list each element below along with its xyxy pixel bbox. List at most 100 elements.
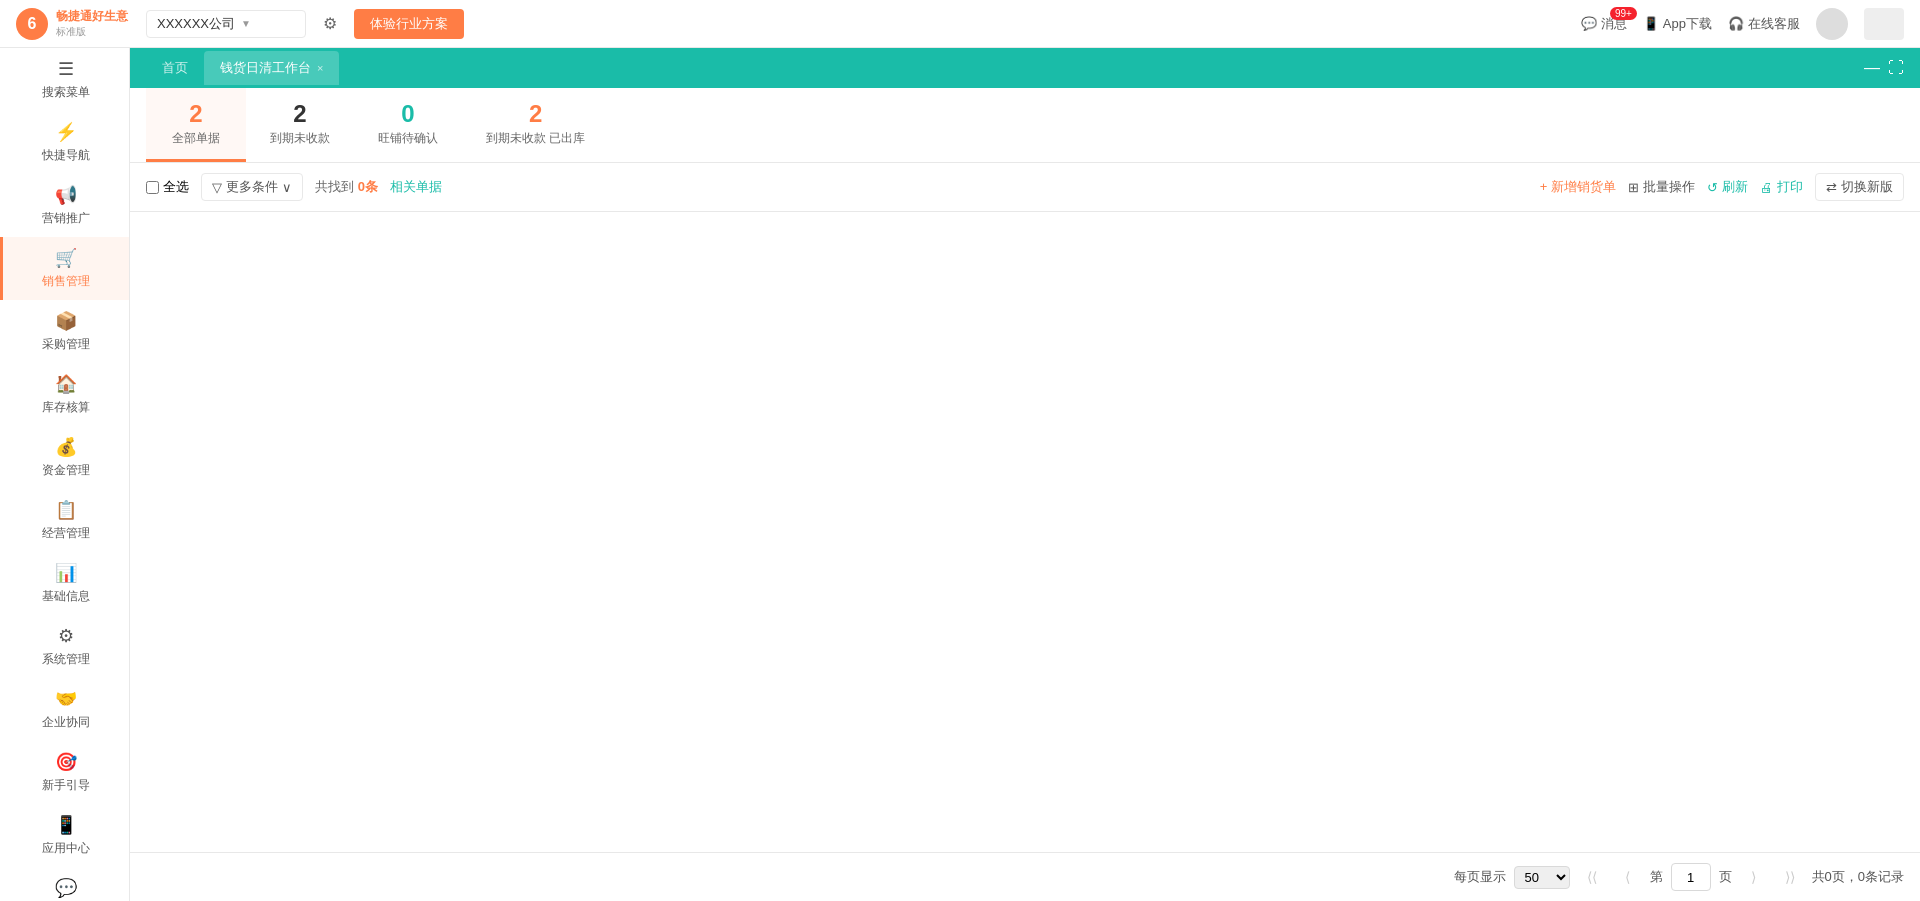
- system-icon: ⚙: [58, 625, 74, 647]
- stats-tabs: 2 全部单据 2 到期未收款 0 旺铺待确认 2 到期未收款 已出库: [130, 88, 1920, 163]
- sidebar-item-sales[interactable]: 🛒 销售管理: [0, 237, 129, 300]
- sidebar-item-operations[interactable]: 📋 经营管理: [0, 489, 129, 552]
- tab-home-label: 首页: [162, 59, 188, 77]
- top-right-area: 💬 消息 99+ 📱 App下载 🎧 在线客服: [1581, 8, 1904, 40]
- trial-button[interactable]: 体验行业方案: [354, 9, 464, 39]
- filter-label: 更多条件: [226, 178, 278, 196]
- print-button[interactable]: 🖨 打印: [1760, 178, 1803, 196]
- page-size-label: 每页显示: [1454, 868, 1506, 886]
- refresh-button[interactable]: ↺ 刷新: [1707, 178, 1748, 196]
- online-service-label: 在线客服: [1748, 15, 1800, 33]
- quick-nav-icon: ⚡: [55, 121, 77, 143]
- operations-icon: 📋: [55, 499, 77, 521]
- content-area: 首页 钱货日清工作台 × — ⛶ 2 全部单据 2 到期未收款 0: [130, 48, 1920, 901]
- add-sales-order-button[interactable]: + 新增销货单: [1540, 178, 1616, 196]
- toolbar: 全选 ▽ 更多条件 ∨ 共找到 0条 相关单据 + 新增销货单 ⊞ 批量操作 ↺: [130, 163, 1920, 212]
- stat-label-wangwang: 旺铺待确认: [378, 130, 438, 147]
- app-center-icon: 📱: [55, 814, 77, 836]
- logo-text-block: 畅捷通好生意 标准版: [56, 8, 128, 39]
- stat-label-overdue-shipped: 到期未收款 已出库: [486, 130, 585, 147]
- sidebar-label-cooperation: 企业协同: [42, 714, 90, 731]
- search-menu-icon: ☰: [58, 58, 74, 80]
- company-dropdown-arrow: ▼: [241, 18, 251, 29]
- sidebar-item-search-menu[interactable]: ☰ 搜索菜单: [0, 48, 129, 111]
- tab-close-icon[interactable]: ×: [317, 62, 323, 74]
- sidebar-label-operations: 经营管理: [42, 525, 90, 542]
- cooperation-icon: 🤝: [55, 688, 77, 710]
- sidebar-label-guide: 新手引导: [42, 777, 90, 794]
- sidebar-item-finance[interactable]: 💰 资金管理: [0, 426, 129, 489]
- refresh-icon: ↺: [1707, 180, 1718, 195]
- sidebar-label-finance: 资金管理: [42, 462, 90, 479]
- purchase-icon: 📦: [55, 310, 77, 332]
- stat-tab-overdue-shipped[interactable]: 2 到期未收款 已出库: [462, 88, 609, 162]
- messages-badge: 99+: [1610, 7, 1637, 20]
- page-suffix: 页: [1719, 868, 1732, 886]
- sidebar-label-sales: 销售管理: [42, 273, 90, 290]
- select-all-input[interactable]: [146, 181, 159, 194]
- toolbar-right: + 新增销货单 ⊞ 批量操作 ↺ 刷新 🖨 打印 ⇄ 切换新版: [1540, 173, 1904, 201]
- company-selector[interactable]: XXXXXX公司 ▼: [146, 10, 306, 38]
- prev-page-button[interactable]: ⟨: [1614, 863, 1642, 891]
- table-area: [130, 212, 1920, 852]
- batch-operation-button[interactable]: ⊞ 批量操作: [1628, 178, 1695, 196]
- switch-version-button[interactable]: ⇄ 切换新版: [1815, 173, 1904, 201]
- first-page-button[interactable]: ⟨⟨: [1578, 863, 1606, 891]
- app-download-button[interactable]: 📱 App下载: [1643, 15, 1712, 33]
- company-name: XXXXXX公司: [157, 15, 235, 33]
- wecom-icon: 💬: [55, 877, 77, 899]
- sidebar-item-guide[interactable]: 🎯 新手引导: [0, 741, 129, 804]
- tab-expand-icon[interactable]: ⛶: [1888, 59, 1904, 77]
- found-count: 0条: [358, 179, 378, 194]
- page-number-input[interactable]: [1671, 863, 1711, 891]
- filter-icon: ▽: [212, 180, 222, 195]
- filter-button[interactable]: ▽ 更多条件 ∨: [201, 173, 303, 201]
- sidebar-item-purchase[interactable]: 📦 采购管理: [0, 300, 129, 363]
- print-icon: 🖨: [1760, 180, 1773, 195]
- marketing-icon: 📢: [55, 184, 77, 206]
- logo-badge: 标准版: [56, 25, 128, 39]
- sidebar-item-cooperation[interactable]: 🤝 企业协同: [0, 678, 129, 741]
- stat-number-all: 2: [189, 100, 202, 128]
- sidebar-label-system: 系统管理: [42, 651, 90, 668]
- logo-title: 畅捷通好生意: [56, 8, 128, 25]
- pagination: 每页显示 50 100 200 ⟨⟨ ⟨ 第 页 ⟩ ⟩⟩ 共0页，0条记录: [130, 852, 1920, 901]
- sidebar: ☰ 搜索菜单 ⚡ 快捷导航 📢 营销推广 🛒 销售管理 📦 采购管理 🏠 库存核…: [0, 48, 130, 901]
- sidebar-item-wecom[interactable]: 💬 企业微信: [0, 867, 129, 901]
- next-page-button[interactable]: ⟩: [1740, 863, 1768, 891]
- tab-cash-workbench[interactable]: 钱货日清工作台 ×: [204, 51, 339, 85]
- related-orders-link[interactable]: 相关单据: [390, 178, 442, 196]
- finance-icon: 💰: [55, 436, 77, 458]
- avatar[interactable]: [1816, 8, 1848, 40]
- stat-tab-wangwang[interactable]: 0 旺铺待确认: [354, 88, 462, 162]
- guide-icon: 🎯: [55, 751, 77, 773]
- select-all-label: 全选: [163, 178, 189, 196]
- sidebar-item-app-center[interactable]: 📱 应用中心: [0, 804, 129, 867]
- sidebar-label-purchase: 采购管理: [42, 336, 90, 353]
- page-size-select[interactable]: 50 100 200: [1514, 866, 1570, 889]
- sidebar-item-quick-nav[interactable]: ⚡ 快捷导航: [0, 111, 129, 174]
- user-name-display[interactable]: [1864, 8, 1904, 40]
- sidebar-label-marketing: 营销推广: [42, 210, 90, 227]
- app-download-label: App下载: [1663, 15, 1712, 33]
- app-download-icon: 📱: [1643, 16, 1659, 31]
- sidebar-item-inventory[interactable]: 🏠 库存核算: [0, 363, 129, 426]
- found-text: 共找到 0条: [315, 178, 378, 196]
- sidebar-label-inventory: 库存核算: [42, 399, 90, 416]
- online-service-button[interactable]: 🎧 在线客服: [1728, 15, 1800, 33]
- sidebar-item-marketing[interactable]: 📢 营销推广: [0, 174, 129, 237]
- sidebar-label-app-center: 应用中心: [42, 840, 90, 857]
- stat-tab-all[interactable]: 2 全部单据: [146, 88, 246, 162]
- last-page-button[interactable]: ⟩⟩: [1776, 863, 1804, 891]
- tab-bar-actions: — ⛶: [1864, 59, 1904, 77]
- sidebar-label-search-menu: 搜索菜单: [42, 84, 90, 101]
- select-all-checkbox[interactable]: 全选: [146, 178, 189, 196]
- sidebar-item-system[interactable]: ⚙ 系统管理: [0, 615, 129, 678]
- sidebar-item-base-info[interactable]: 📊 基础信息: [0, 552, 129, 615]
- inventory-icon: 🏠: [55, 373, 77, 395]
- tab-minimize-icon[interactable]: —: [1864, 59, 1880, 77]
- tab-home[interactable]: 首页: [146, 51, 204, 85]
- stat-tab-overdue[interactable]: 2 到期未收款: [246, 88, 354, 162]
- messages-button[interactable]: 💬 消息 99+: [1581, 15, 1627, 33]
- settings-button[interactable]: ⚙: [314, 8, 346, 40]
